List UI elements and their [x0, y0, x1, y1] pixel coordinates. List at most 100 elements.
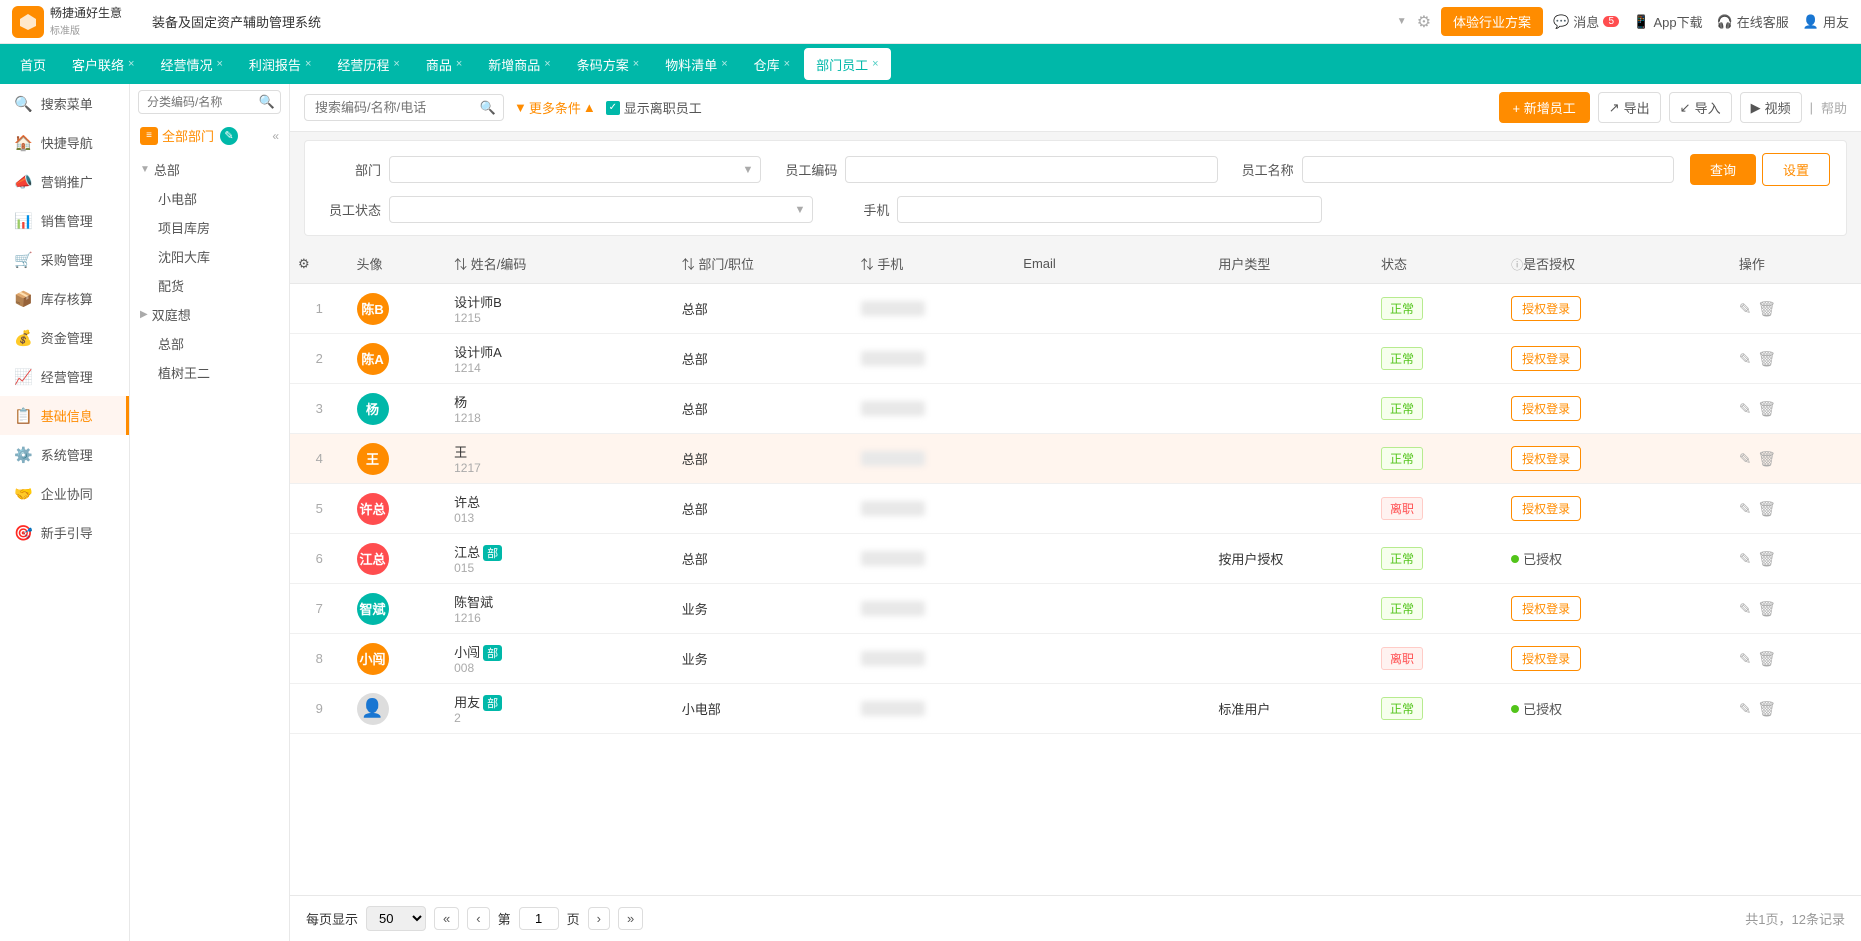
edit-button[interactable]: ✎ [1739, 350, 1752, 368]
edit-button[interactable]: ✎ [1739, 450, 1752, 468]
edit-button[interactable]: ✎ [1739, 400, 1752, 418]
close-icon[interactable]: × [128, 58, 134, 70]
page-size-select[interactable]: 50 100 [366, 906, 426, 931]
last-page-button[interactable]: » [618, 907, 643, 930]
delete-button[interactable]: 🗑 [1757, 400, 1776, 418]
dept-group-label-head[interactable]: ▼ 总部 [130, 155, 289, 184]
sidebar-item-sales[interactable]: 📊 销售管理 [0, 201, 129, 240]
auth-button[interactable]: 授权登录 [1511, 396, 1581, 421]
sys-title-dropdown[interactable]: ▼ [1397, 16, 1407, 27]
tab-journey[interactable]: 经营历程 × [325, 48, 411, 80]
close-icon[interactable]: × [456, 58, 462, 70]
tab-warehouse[interactable]: 仓库 × [742, 48, 802, 80]
tab-home[interactable]: 首页 [8, 48, 58, 80]
delete-button[interactable]: 🗑 [1757, 450, 1776, 468]
sidebar-item-inventory[interactable]: 📦 库存核算 [0, 279, 129, 318]
delete-button[interactable]: 🗑 [1757, 700, 1776, 718]
tab-add-goods[interactable]: 新增商品 × [476, 48, 562, 80]
trial-button[interactable]: 体验行业方案 [1441, 7, 1543, 36]
dept-collapse-icon[interactable]: « [272, 129, 279, 143]
close-icon[interactable]: × [544, 58, 550, 70]
messages-action[interactable]: 💬 消息 5 [1553, 12, 1619, 31]
sidebar-item-operation[interactable]: 📈 经营管理 [0, 357, 129, 396]
delete-button[interactable]: 🗑 [1757, 650, 1776, 668]
col-name-code[interactable]: ⇅ 姓名/编码 [446, 244, 674, 284]
col-settings[interactable]: ⚙ [290, 244, 349, 284]
delete-button[interactable]: 🗑 [1757, 350, 1776, 368]
page-input[interactable] [519, 907, 559, 930]
edit-button[interactable]: ✎ [1739, 600, 1752, 618]
help-label[interactable]: 帮助 [1821, 98, 1847, 117]
query-button[interactable]: 查询 [1690, 154, 1756, 185]
show-resigned-toggle[interactable]: ✓ 显示离职员工 [606, 98, 702, 117]
add-employee-button[interactable]: + 新增员工 [1499, 92, 1590, 123]
close-icon[interactable]: × [633, 58, 639, 70]
sidebar-item-nav[interactable]: 🏠 快捷导航 [0, 123, 129, 162]
delete-button[interactable]: 🗑 [1757, 500, 1776, 518]
sidebar-item-purchase[interactable]: 🛒 采购管理 [0, 240, 129, 279]
tab-business[interactable]: 经营情况 × [148, 48, 234, 80]
sidebar-item-system[interactable]: ⚙️ 系统管理 [0, 435, 129, 474]
close-icon[interactable]: × [393, 58, 399, 70]
dept-child-dispatch[interactable]: 配货 [130, 271, 289, 300]
delete-button[interactable]: 🗑 [1757, 300, 1776, 318]
tab-profit[interactable]: 利润报告 × [237, 48, 323, 80]
edit-button[interactable]: ✎ [1739, 300, 1752, 318]
col-phone[interactable]: ⇅ 手机 [853, 244, 1016, 284]
auth-button[interactable]: 授权登录 [1511, 446, 1581, 471]
close-icon[interactable]: × [784, 58, 790, 70]
close-icon[interactable]: × [721, 58, 727, 70]
dept-all-button[interactable]: ≡ 全部部门 ✎ « [130, 120, 289, 151]
tab-employees[interactable]: 部门员工 × [804, 48, 890, 80]
auth-button[interactable]: 授权登录 [1511, 346, 1581, 371]
app-download-action[interactable]: 📱 App下载 [1633, 12, 1702, 31]
filter-phone-input[interactable] [897, 196, 1321, 223]
sidebar-item-finance[interactable]: 💰 资金管理 [0, 318, 129, 357]
sidebar-item-search[interactable]: 🔍 搜索菜单 [0, 84, 129, 123]
col-dept-position[interactable]: ⇅ 部门/职位 [674, 244, 853, 284]
tab-barcode[interactable]: 条码方案 × [565, 48, 651, 80]
dept-group-label-double[interactable]: ▶ 双庭想 [130, 300, 289, 329]
tab-goods[interactable]: 商品 × [414, 48, 474, 80]
user-action[interactable]: 👤 用友 [1803, 12, 1849, 31]
view-button[interactable]: ▶ 视频 [1740, 92, 1802, 123]
sidebar-item-guide[interactable]: 🎯 新手引导 [0, 513, 129, 552]
dept-child-shenyang[interactable]: 沈阳大库 [130, 242, 289, 271]
dept-child-projects[interactable]: 项目库房 [130, 213, 289, 242]
search-input[interactable] [304, 94, 504, 121]
edit-button[interactable]: ✎ [1739, 550, 1752, 568]
prev-page-button[interactable]: ‹ [467, 907, 489, 930]
tab-bom[interactable]: 物料清单 × [653, 48, 739, 80]
edit-button[interactable]: ✎ [1739, 650, 1752, 668]
import-button[interactable]: ↙ 导入 [1669, 92, 1732, 123]
export-button[interactable]: ↗ 导出 [1598, 92, 1661, 123]
dept-child-head[interactable]: 总部 [130, 329, 289, 358]
set-button[interactable]: 设置 [1762, 153, 1830, 186]
auth-button[interactable]: 授权登录 [1511, 496, 1581, 521]
close-icon[interactable]: × [305, 58, 311, 70]
auth-button[interactable]: 授权登录 [1511, 646, 1581, 671]
edit-button[interactable]: ✎ [1739, 500, 1752, 518]
more-filter-button[interactable]: ▼ 更多条件 ▲ [514, 98, 596, 117]
filter-status-select[interactable] [389, 196, 813, 223]
online-service-action[interactable]: 🎧 在线客服 [1717, 12, 1789, 31]
delete-button[interactable]: 🗑 [1757, 550, 1776, 568]
settings-icon[interactable]: ⚙ [1417, 12, 1431, 32]
dept-child-plant[interactable]: 植树王二 [130, 358, 289, 387]
tab-customer[interactable]: 客户联络 × [60, 48, 146, 80]
close-icon-active[interactable]: × [872, 58, 878, 70]
filter-name-input[interactable] [1302, 156, 1674, 183]
sidebar-item-marketing[interactable]: 📣 营销推广 [0, 162, 129, 201]
sidebar-item-collab[interactable]: 🤝 企业协同 [0, 474, 129, 513]
first-page-button[interactable]: « [434, 907, 459, 930]
auth-button[interactable]: 授权登录 [1511, 596, 1581, 621]
dept-child-electronics[interactable]: 小电部 [130, 184, 289, 213]
sidebar-item-basic[interactable]: 📋 基础信息 [0, 396, 129, 435]
next-page-button[interactable]: › [588, 907, 610, 930]
delete-button[interactable]: 🗑 [1757, 600, 1776, 618]
auth-button[interactable]: 授权登录 [1511, 296, 1581, 321]
filter-dept-select[interactable] [389, 156, 761, 183]
filter-code-input[interactable] [845, 156, 1217, 183]
edit-button[interactable]: ✎ [1739, 700, 1752, 718]
close-icon[interactable]: × [216, 58, 222, 70]
